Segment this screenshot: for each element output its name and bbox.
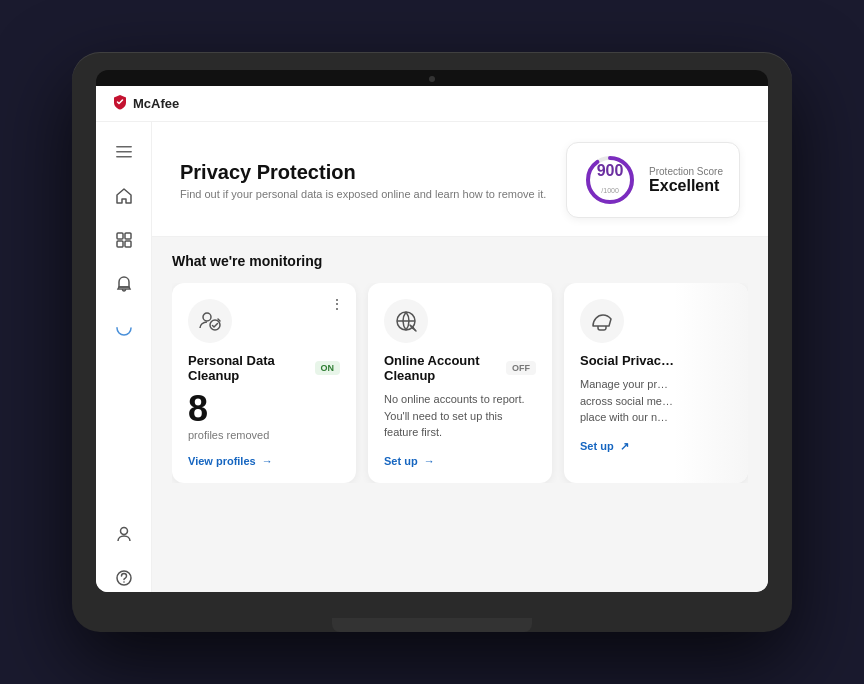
card-big-number: 8 <box>188 391 340 427</box>
score-label-bottom: Excellent <box>649 177 723 195</box>
card-header-row: Personal Data Cleanup On <box>188 353 340 383</box>
sidebar-item-home[interactable] <box>106 178 142 214</box>
laptop-frame: McAfee <box>72 52 792 632</box>
monitoring-section: What we're monitoring <box>152 237 768 499</box>
svg-point-7 <box>117 321 131 335</box>
mcafee-shield-icon <box>112 94 128 113</box>
monitoring-section-title: What we're monitoring <box>172 253 748 269</box>
header-text: Privacy Protection Find out if your pers… <box>180 161 546 200</box>
sidebar-bottom <box>106 516 142 592</box>
svg-rect-1 <box>116 151 132 153</box>
online-account-card: Online Account Cleanup Off No online acc… <box>368 283 552 483</box>
social-privacy-icon <box>580 299 624 343</box>
card-header-row: Online Account Cleanup Off <box>384 353 536 383</box>
svg-rect-4 <box>125 233 131 239</box>
online-account-icon <box>384 299 428 343</box>
card-more-button[interactable]: ⋮ <box>330 297 344 311</box>
card-badge: Off <box>506 361 536 375</box>
svg-point-10 <box>123 581 125 583</box>
mcafee-logo: McAfee <box>112 94 179 113</box>
card-title: Social Privac… <box>580 353 674 368</box>
score-label-top: Protection Score <box>649 166 723 177</box>
top-bar: McAfee <box>96 86 768 122</box>
sidebar <box>96 122 152 592</box>
sidebar-item-dashboard[interactable] <box>106 222 142 258</box>
card-sub-text: profiles removed <box>188 429 340 441</box>
app-name: McAfee <box>133 96 179 111</box>
view-profiles-link[interactable]: View profiles → <box>188 455 340 467</box>
page-title: Privacy Protection <box>180 161 546 184</box>
main-layout: Privacy Protection Find out if your pers… <box>96 122 768 592</box>
card-desc: No online accounts to report. You'll nee… <box>384 391 536 441</box>
card-title: Online Account Cleanup <box>384 353 500 383</box>
score-max: /1000 <box>601 187 619 194</box>
card-title: Personal Data Cleanup <box>188 353 309 383</box>
card-header-row: Social Privac… <box>580 353 732 368</box>
sidebar-item-menu[interactable] <box>106 134 142 170</box>
score-label: Protection Score Excellent <box>649 166 723 195</box>
card-badge: On <box>315 361 341 375</box>
setup-link-social[interactable]: Set up ↗ <box>580 440 732 453</box>
social-privacy-card: Social Privac… Manage your pr…across soc… <box>564 283 748 483</box>
score-circle: 900 /1000 <box>583 153 637 207</box>
svg-point-13 <box>203 313 211 321</box>
svg-rect-2 <box>116 156 132 158</box>
page-header: Privacy Protection Find out if your pers… <box>152 122 768 237</box>
sidebar-item-loading[interactable] <box>106 310 142 346</box>
svg-rect-0 <box>116 146 132 148</box>
protection-score-widget: 900 /1000 Protection Score Excellent <box>566 142 740 218</box>
sidebar-item-notifications[interactable] <box>106 266 142 302</box>
screen-bezel: McAfee <box>96 70 768 592</box>
score-number: 900 /1000 <box>597 163 624 197</box>
svg-point-8 <box>120 528 127 535</box>
score-value: 900 <box>597 163 624 179</box>
personal-data-icon <box>188 299 232 343</box>
content-area: Privacy Protection Find out if your pers… <box>152 122 768 592</box>
setup-link[interactable]: Set up → <box>384 455 536 467</box>
svg-rect-5 <box>117 241 123 247</box>
sidebar-item-user[interactable] <box>106 516 142 552</box>
card-desc: Manage your pr…across social me…place wi… <box>580 376 732 426</box>
page-subtitle: Find out if your personal data is expose… <box>180 188 546 200</box>
sidebar-item-help[interactable] <box>106 560 142 592</box>
svg-rect-6 <box>125 241 131 247</box>
camera <box>429 76 435 82</box>
svg-rect-3 <box>117 233 123 239</box>
laptop-base <box>332 618 532 632</box>
cards-container: ⋮ Personal Data Cleanup On 8 profiles re… <box>172 283 748 483</box>
app-container: McAfee <box>96 86 768 592</box>
personal-data-card: ⋮ Personal Data Cleanup On 8 profiles re… <box>172 283 356 483</box>
